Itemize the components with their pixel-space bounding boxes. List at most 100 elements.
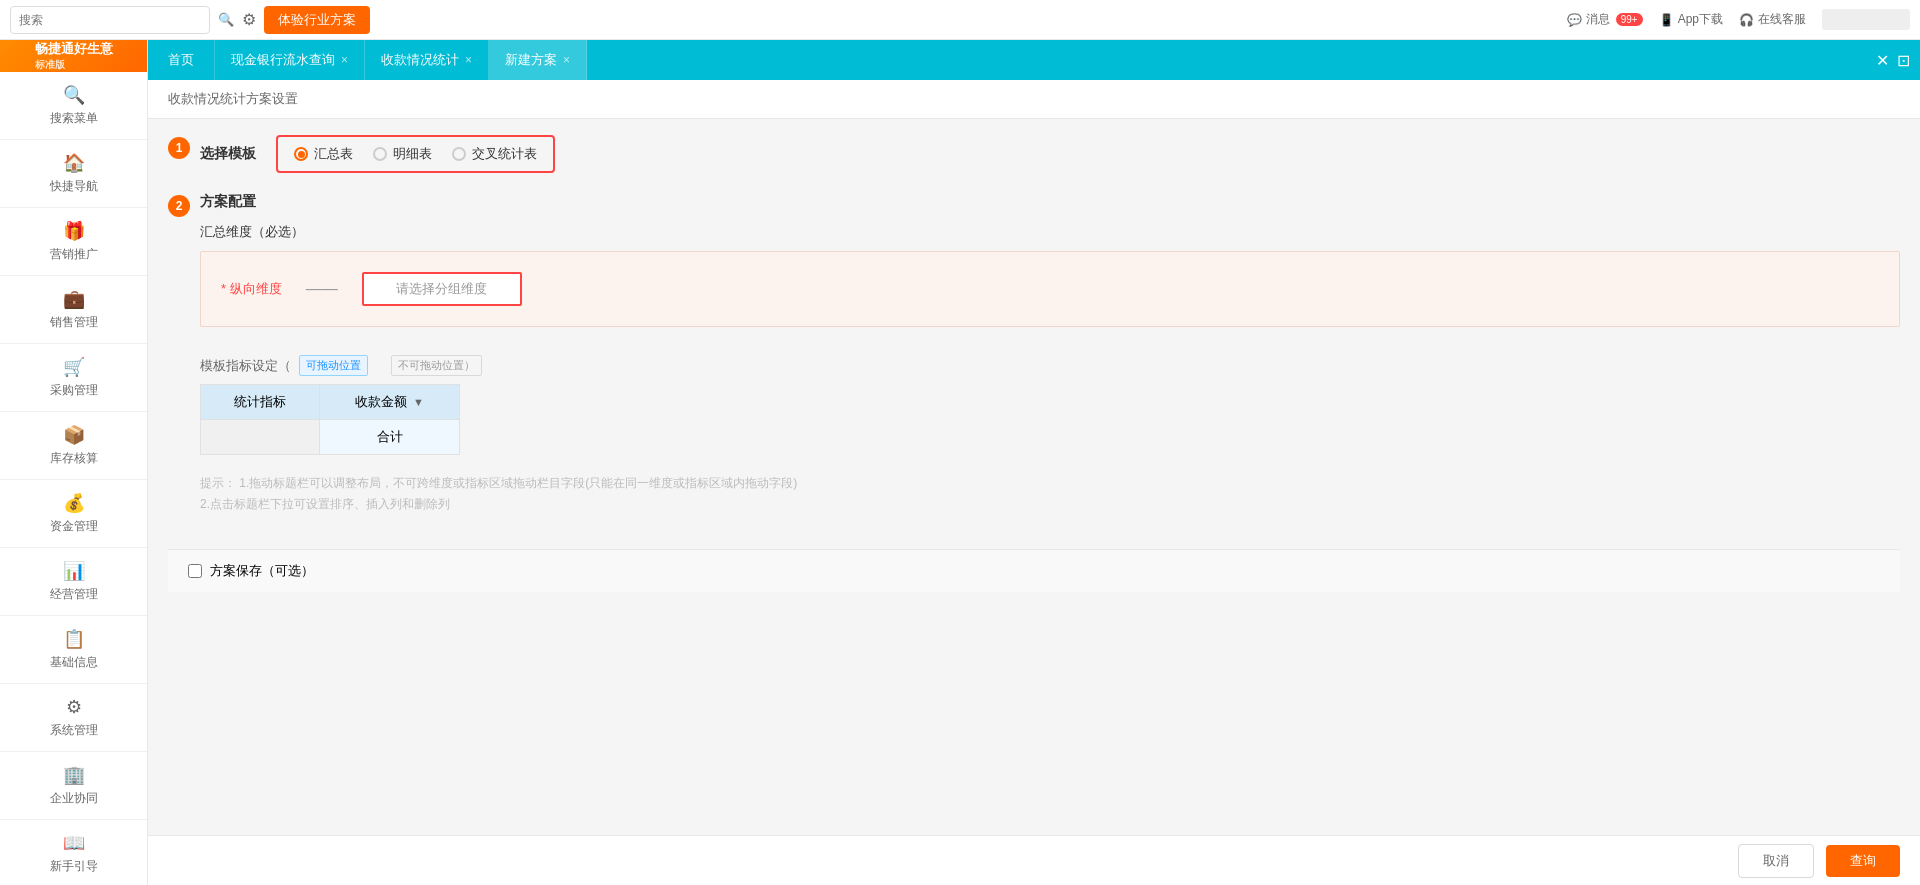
metrics-header: 模板指标设定（ 可拖动位置 不可拖动位置） xyxy=(200,355,1900,376)
radio-cross-dot xyxy=(452,147,466,161)
sidebar-item-sales-label: 销售管理 xyxy=(50,314,98,331)
download-btn[interactable]: 📱 App下载 xyxy=(1659,11,1723,28)
col-row-cell: 合计 xyxy=(320,420,459,454)
step2-content: 方案配置 汇总维度（必选） * 纵向维度 —— 请选择分组维度 xyxy=(200,193,1900,529)
step2-section: 2 方案配置 汇总维度（必选） * 纵向维度 —— 请选择分组维度 xyxy=(168,193,1900,529)
tab-collection[interactable]: 收款情况统计 × xyxy=(365,40,489,80)
top-bar: 🔍 ⚙ 体验行业方案 💬 消息 99+ 📱 App下载 🎧 在线客服 xyxy=(0,0,1920,40)
stats-label-col: 统计指标 xyxy=(200,384,320,455)
sidebar-item-sales[interactable]: 💼 销售管理 xyxy=(0,276,147,344)
query-button[interactable]: 查询 xyxy=(1826,845,1900,877)
radio-cross[interactable]: 交叉统计表 xyxy=(452,145,537,163)
guide-icon: 📖 xyxy=(63,832,85,854)
marketing-icon: 🎁 xyxy=(63,220,85,242)
tab-home[interactable]: 首页 xyxy=(148,40,215,80)
step2-label: 方案配置 xyxy=(200,193,1900,211)
stats-label-header: 统计指标 xyxy=(201,385,319,420)
dimension-area: * 纵向维度 —— 请选择分组维度 xyxy=(200,251,1900,327)
tab-cashflow[interactable]: 现金银行流水查询 × xyxy=(215,40,365,80)
dimension-arrow: —— xyxy=(306,280,338,298)
message-label: 消息 xyxy=(1586,11,1610,28)
stats-value-col: 收款金额 ▼ 合计 xyxy=(320,384,460,455)
dimension-title: 汇总维度（必选） xyxy=(200,223,1900,241)
tab-bar-actions: ✕ ⊡ xyxy=(1876,51,1920,70)
search-icon: 🔍 xyxy=(218,12,234,27)
sidebar-item-finance-label: 资金管理 xyxy=(50,518,98,535)
page-header: 收款情况统计方案设置 xyxy=(148,80,1920,119)
sidebar-item-inventory[interactable]: 📦 库存核算 xyxy=(0,412,147,480)
tab-collection-close[interactable]: × xyxy=(465,53,472,67)
sidebar-item-nav[interactable]: 🏠 快捷导航 xyxy=(0,140,147,208)
save-section: 方案保存（可选） xyxy=(168,549,1900,592)
operations-icon: 📊 xyxy=(63,560,85,582)
radio-cross-label: 交叉统计表 xyxy=(472,145,537,163)
content-body: 1 选择模板 汇总表 明细表 xyxy=(148,119,1920,608)
finance-icon: 💰 xyxy=(63,492,85,514)
tab-maximize-btn[interactable]: ⊡ xyxy=(1897,51,1910,70)
system-icon: ⚙ xyxy=(66,696,82,718)
main-layout: 畅捷通好生意 标准版 🔍 搜索菜单 🏠 快捷导航 🎁 营销推广 💼 销售管理 🛒… xyxy=(0,40,1920,885)
sidebar-item-operations[interactable]: 📊 经营管理 xyxy=(0,548,147,616)
stats-row-label xyxy=(201,420,319,454)
sidebar-item-basics[interactable]: 📋 基础信息 xyxy=(0,616,147,684)
search-menu-icon: 🔍 xyxy=(63,84,85,106)
radio-detail-label: 明细表 xyxy=(393,145,432,163)
template-options: 汇总表 明细表 交叉统计表 xyxy=(276,135,555,173)
sidebar: 畅捷通好生意 标准版 🔍 搜索菜单 🏠 快捷导航 🎁 营销推广 💼 销售管理 🛒… xyxy=(0,40,148,885)
industry-btn[interactable]: 体验行业方案 xyxy=(264,6,370,34)
tab-home-label: 首页 xyxy=(168,51,194,69)
sidebar-item-nav-label: 快捷导航 xyxy=(50,178,98,195)
sidebar-item-basics-label: 基础信息 xyxy=(50,654,98,671)
step1-content: 选择模板 汇总表 明细表 xyxy=(200,135,555,173)
sidebar-item-collab-label: 企业协同 xyxy=(50,790,98,807)
draggable-badge: 可拖动位置 xyxy=(299,355,368,376)
cancel-button[interactable]: 取消 xyxy=(1738,844,1814,878)
message-btn[interactable]: 💬 消息 99+ xyxy=(1567,11,1643,28)
search-input[interactable] xyxy=(10,6,210,34)
non-draggable-badge: 不可拖动位置） xyxy=(391,355,482,376)
radio-detail[interactable]: 明细表 xyxy=(373,145,432,163)
sidebar-item-purchase-label: 采购管理 xyxy=(50,382,98,399)
radio-summary-dot xyxy=(294,147,308,161)
logo-sub: 标准版 xyxy=(35,58,113,72)
tab-cashflow-close[interactable]: × xyxy=(341,53,348,67)
tip-line1: 提示： 1.拖动标题栏可以调整布局，不可跨维度或指标区域拖动栏目字段(只能在同一… xyxy=(200,475,1900,492)
support-label: 在线客服 xyxy=(1758,11,1806,28)
col-header[interactable]: 收款金额 ▼ xyxy=(320,385,459,420)
download-label: App下载 xyxy=(1678,11,1723,28)
top-bar-actions: 💬 消息 99+ 📱 App下载 🎧 在线客服 xyxy=(1567,9,1910,30)
sidebar-item-marketing[interactable]: 🎁 营销推广 xyxy=(0,208,147,276)
sidebar-item-finance[interactable]: 💰 资金管理 xyxy=(0,480,147,548)
tips-section: 提示： 1.拖动标题栏可以调整布局，不可跨维度或指标区域拖动栏目字段(只能在同一… xyxy=(200,475,1900,513)
metrics-section: 模板指标设定（ 可拖动位置 不可拖动位置） 统计指标 xyxy=(200,343,1900,529)
sidebar-item-purchase[interactable]: 🛒 采购管理 xyxy=(0,344,147,412)
breadcrumb: 收款情况统计方案设置 xyxy=(168,91,298,106)
bottom-bar: 取消 查询 xyxy=(148,835,1920,885)
tab-new-plan-close[interactable]: × xyxy=(563,53,570,67)
support-btn[interactable]: 🎧 在线客服 xyxy=(1739,11,1806,28)
inventory-icon: 📦 xyxy=(63,424,85,446)
tab-bar: 首页 现金银行流水查询 × 收款情况统计 × 新建方案 × ✕ ⊡ xyxy=(148,40,1920,80)
sidebar-item-operations-label: 经营管理 xyxy=(50,586,98,603)
radio-detail-dot xyxy=(373,147,387,161)
sidebar-item-search[interactable]: 🔍 搜索菜单 xyxy=(0,72,147,140)
sidebar-item-guide[interactable]: 📖 新手引导 xyxy=(0,820,147,885)
dimension-select[interactable]: 请选择分组维度 xyxy=(362,272,522,306)
tab-new-plan-label: 新建方案 xyxy=(505,51,557,69)
gear-icon[interactable]: ⚙ xyxy=(242,10,256,29)
radio-summary[interactable]: 汇总表 xyxy=(294,145,353,163)
logo-text: 畅捷通好生意 xyxy=(35,40,113,58)
main-content: 收款情况统计方案设置 1 选择模板 汇总表 xyxy=(148,80,1920,835)
tab-close-btn[interactable]: ✕ xyxy=(1876,51,1889,70)
dropdown-icon: ▼ xyxy=(413,396,424,408)
sidebar-item-system[interactable]: ⚙ 系统管理 xyxy=(0,684,147,752)
sidebar-item-collab[interactable]: 🏢 企业协同 xyxy=(0,752,147,820)
purchase-icon: 🛒 xyxy=(63,356,85,378)
col-header-label: 收款金额 xyxy=(355,393,407,411)
step1-section: 1 选择模板 汇总表 明细表 xyxy=(168,135,1900,173)
tab-new-plan[interactable]: 新建方案 × xyxy=(489,40,587,80)
stats-table-container: 统计指标 收款金额 ▼ 合计 xyxy=(200,384,1900,455)
tab-cashflow-label: 现金银行流水查询 xyxy=(231,51,335,69)
save-checkbox[interactable] xyxy=(188,564,202,578)
vertical-label: * 纵向维度 xyxy=(221,280,282,298)
